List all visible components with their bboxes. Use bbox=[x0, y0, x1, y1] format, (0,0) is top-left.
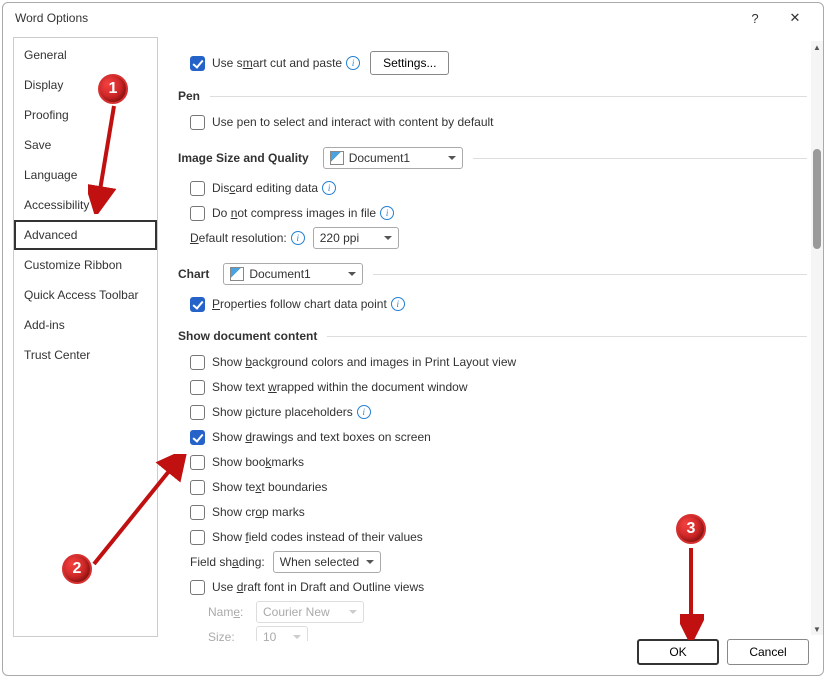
sidebar: General Display Proofing Save Language A… bbox=[13, 37, 158, 637]
content-pane: Use smart cut and paste i Settings... Pe… bbox=[158, 33, 823, 641]
sidebar-item-language[interactable]: Language bbox=[14, 160, 157, 190]
settings-button[interactable]: Settings... bbox=[370, 51, 449, 75]
sidebar-item-proofing[interactable]: Proofing bbox=[14, 100, 157, 130]
no-compress-checkbox[interactable] bbox=[190, 206, 205, 221]
sidebar-item-addins[interactable]: Add-ins bbox=[14, 310, 157, 340]
titlebar: Word Options ? ✕ bbox=[3, 3, 823, 33]
default-res-label: Default resolution: bbox=[190, 231, 287, 245]
draft-name-label: Name: bbox=[208, 605, 256, 619]
use-draft-label: Use draft font in Draft and Outline view… bbox=[212, 580, 424, 594]
show-doc-heading: Show document content bbox=[178, 329, 807, 343]
vertical-scrollbar[interactable]: ▲ ▼ bbox=[811, 41, 823, 635]
use-draft-checkbox[interactable] bbox=[190, 580, 205, 595]
info-icon[interactable]: i bbox=[357, 405, 371, 419]
show-field-checkbox[interactable] bbox=[190, 530, 205, 545]
smart-cut-paste-checkbox[interactable] bbox=[190, 56, 205, 71]
show-wrap-checkbox[interactable] bbox=[190, 380, 205, 395]
document-icon bbox=[230, 267, 244, 281]
sidebar-item-save[interactable]: Save bbox=[14, 130, 157, 160]
close-button[interactable]: ✕ bbox=[775, 3, 815, 33]
show-crop-label: Show crop marks bbox=[212, 505, 305, 519]
sidebar-item-general[interactable]: General bbox=[14, 40, 157, 70]
default-res-select[interactable]: 220 ppi bbox=[313, 227, 399, 249]
sidebar-item-accessibility[interactable]: Accessibility bbox=[14, 190, 157, 220]
chart-heading: Chart Document1 bbox=[178, 263, 807, 285]
info-icon[interactable]: i bbox=[322, 181, 336, 195]
draft-size-select: 10 bbox=[256, 626, 308, 641]
info-icon[interactable]: i bbox=[391, 297, 405, 311]
show-textb-label: Show text boundaries bbox=[212, 480, 327, 494]
show-textb-checkbox[interactable] bbox=[190, 480, 205, 495]
show-crop-checkbox[interactable] bbox=[190, 505, 205, 520]
show-pic-checkbox[interactable] bbox=[190, 405, 205, 420]
show-drawings-checkbox[interactable] bbox=[190, 430, 205, 445]
use-pen-checkbox[interactable] bbox=[190, 115, 205, 130]
scroll-thumb[interactable] bbox=[813, 149, 821, 249]
sidebar-item-display[interactable]: Display bbox=[14, 70, 157, 100]
info-icon[interactable]: i bbox=[346, 56, 360, 70]
chart-props-label: Properties follow chart data point bbox=[212, 297, 387, 311]
no-compress-label: Do not compress images in file bbox=[212, 206, 376, 220]
help-button[interactable]: ? bbox=[735, 3, 775, 33]
ok-button[interactable]: OK bbox=[637, 639, 719, 665]
discard-edit-checkbox[interactable] bbox=[190, 181, 205, 196]
dialog-footer: OK Cancel bbox=[637, 639, 809, 665]
draft-size-label: Size: bbox=[208, 630, 256, 641]
draft-name-select: Courier New bbox=[256, 601, 364, 623]
show-wrap-label: Show text wrapped within the document wi… bbox=[212, 380, 467, 394]
sidebar-item-advanced[interactable]: Advanced bbox=[14, 220, 157, 250]
scroll-down-icon[interactable]: ▼ bbox=[811, 623, 823, 635]
window-title: Word Options bbox=[15, 11, 735, 25]
show-bg-label: Show background colors and images in Pri… bbox=[212, 355, 516, 369]
show-bg-checkbox[interactable] bbox=[190, 355, 205, 370]
cancel-button[interactable]: Cancel bbox=[727, 639, 809, 665]
field-shading-label: Field shading: bbox=[190, 555, 265, 569]
word-options-dialog: Word Options ? ✕ General Display Proofin… bbox=[2, 2, 824, 676]
sidebar-item-trust-center[interactable]: Trust Center bbox=[14, 340, 157, 370]
show-drawings-label: Show drawings and text boxes on screen bbox=[212, 430, 431, 444]
info-icon[interactable]: i bbox=[291, 231, 305, 245]
smart-cut-paste-label: Use smart cut and paste bbox=[212, 56, 342, 70]
show-field-label: Show field codes instead of their values bbox=[212, 530, 423, 544]
sidebar-item-customize-ribbon[interactable]: Customize Ribbon bbox=[14, 250, 157, 280]
chart-props-checkbox[interactable] bbox=[190, 297, 205, 312]
pen-heading: Pen bbox=[178, 89, 807, 103]
image-size-heading: Image Size and Quality Document1 bbox=[178, 147, 807, 169]
show-bookmarks-label: Show bookmarks bbox=[212, 455, 304, 469]
field-shading-select[interactable]: When selected bbox=[273, 551, 381, 573]
image-doc-select[interactable]: Document1 bbox=[323, 147, 463, 169]
use-pen-label: Use pen to select and interact with cont… bbox=[212, 115, 494, 129]
info-icon[interactable]: i bbox=[380, 206, 394, 220]
document-icon bbox=[330, 151, 344, 165]
chart-doc-select[interactable]: Document1 bbox=[223, 263, 363, 285]
discard-edit-label: Discard editing data bbox=[212, 181, 318, 195]
sidebar-item-quick-access[interactable]: Quick Access Toolbar bbox=[14, 280, 157, 310]
scroll-up-icon[interactable]: ▲ bbox=[811, 41, 823, 53]
show-pic-label: Show picture placeholders bbox=[212, 405, 353, 419]
show-bookmarks-checkbox[interactable] bbox=[190, 455, 205, 470]
